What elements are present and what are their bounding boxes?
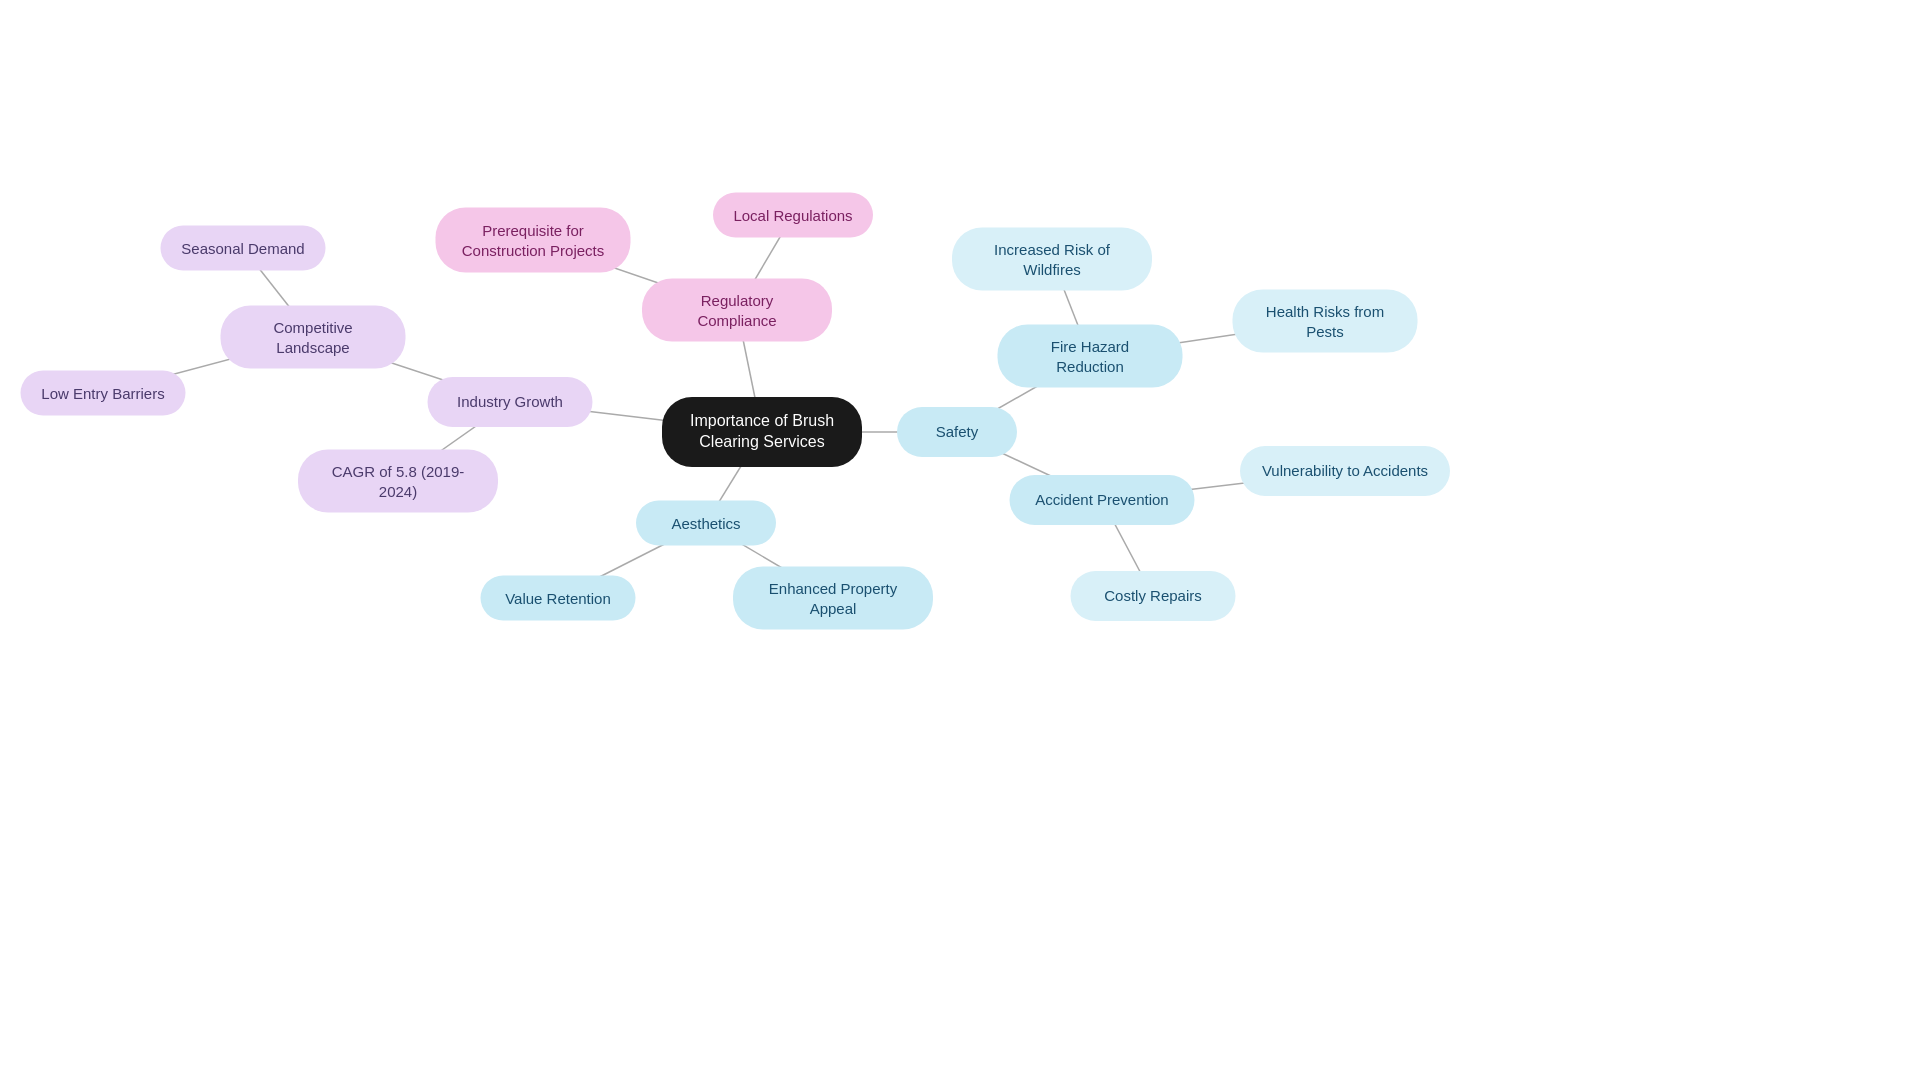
node-aesthetics[interactable]: Aesthetics [636, 501, 776, 546]
node-prereq_construction[interactable]: Prerequisite for Construction Projects [436, 208, 631, 273]
node-local_regulations[interactable]: Local Regulations [713, 193, 873, 238]
node-fire_hazard[interactable]: Fire Hazard Reduction [998, 325, 1183, 388]
node-safety[interactable]: Safety [897, 407, 1017, 457]
node-cagr[interactable]: CAGR of 5.8 (2019-2024) [298, 450, 498, 513]
node-industry_growth[interactable]: Industry Growth [428, 377, 593, 427]
node-accident_prevention[interactable]: Accident Prevention [1010, 475, 1195, 525]
node-costly_repairs[interactable]: Costly Repairs [1071, 571, 1236, 621]
node-increased_wildfire[interactable]: Increased Risk of Wildfires [952, 228, 1152, 291]
node-value_retention[interactable]: Value Retention [481, 576, 636, 621]
node-low_entry_barriers[interactable]: Low Entry Barriers [21, 371, 186, 416]
node-seasonal_demand[interactable]: Seasonal Demand [161, 226, 326, 271]
node-competitive_landscape[interactable]: Competitive Landscape [221, 306, 406, 369]
node-regulatory_compliance[interactable]: Regulatory Compliance [642, 279, 832, 342]
node-center[interactable]: Importance of Brush Clearing Services [662, 397, 862, 467]
node-vulnerability[interactable]: Vulnerability to Accidents [1240, 446, 1450, 496]
mind-map: Importance of Brush Clearing Services Reg… [0, 0, 1920, 1083]
connections-svg [0, 0, 1920, 1083]
node-enhanced_property[interactable]: Enhanced Property Appeal [733, 567, 933, 630]
node-health_risks[interactable]: Health Risks from Pests [1233, 290, 1418, 353]
